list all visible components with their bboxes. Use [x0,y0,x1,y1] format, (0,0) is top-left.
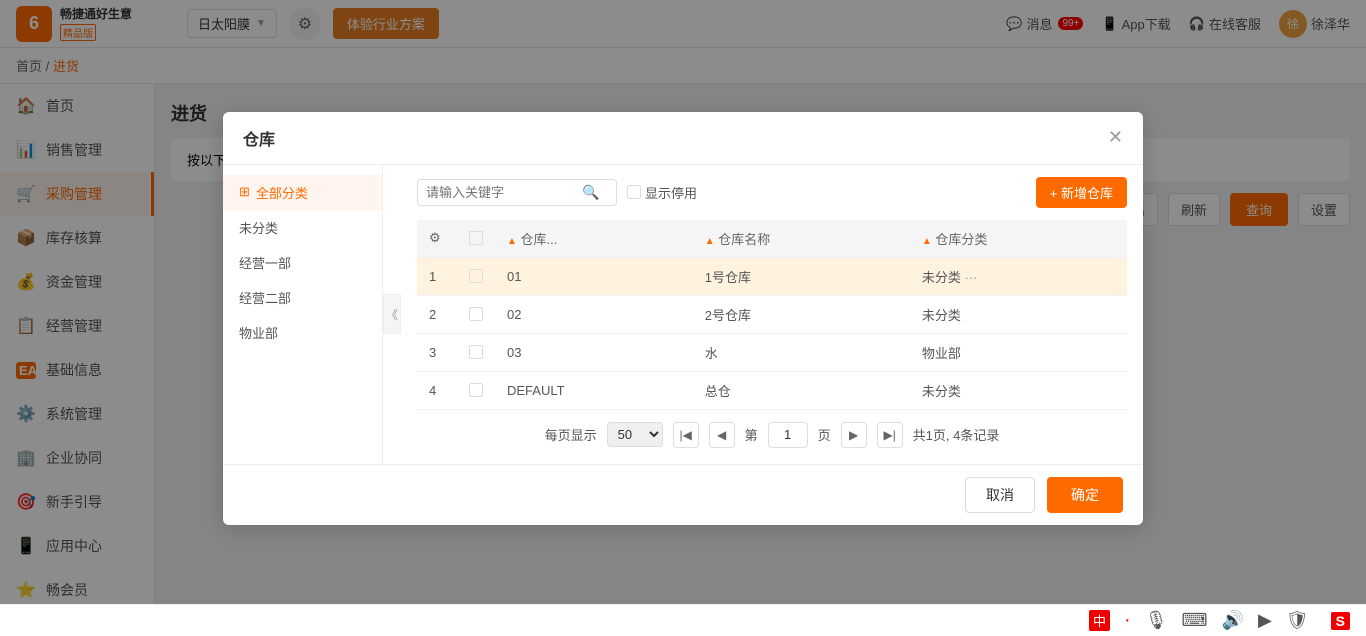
cell-name-3: 水 [693,333,910,371]
search-icon[interactable]: 🔍 [582,184,599,201]
row-checkbox-1[interactable] [469,269,483,283]
table-panel: 🔍 显示停用 + 新增仓库 ⚙ [401,165,1143,464]
table-row[interactable]: 3 03 水 物业部 [417,333,1127,371]
th-name: ▲ 仓库名称 [693,220,910,258]
cell-name-1: 1号仓库 [693,257,910,295]
th-checkbox [457,220,495,258]
th-category: ▲ 仓库分类 [910,220,1127,258]
cell-name-4: 总仓 [693,371,910,409]
category-item-property[interactable]: 物业部 [223,315,382,350]
category-none-label: 未分类 [239,218,278,237]
warehouse-table: ⚙ ▲ 仓库... ▲ 仓库名称 [417,220,1127,410]
confirm-button[interactable]: 确定 [1047,477,1123,513]
sort-icon-name: ▲ [705,236,715,247]
page-next-button[interactable]: ▶ [841,422,867,448]
cell-cat-1: 未分类 ··· [910,257,1127,295]
table-scroll-area: ⚙ ▲ 仓库... ▲ 仓库名称 [417,220,1127,410]
cell-name-2: 2号仓库 [693,295,910,333]
grid-icon: ⊞ [239,184,250,200]
category-item-op1[interactable]: 经营一部 [223,245,382,280]
modal-footer: 取消 确定 [223,464,1143,525]
cancel-button[interactable]: 取消 [965,477,1035,513]
speaker-icon[interactable]: 🔊 [1222,610,1244,631]
category-property-label: 物业部 [239,323,278,342]
total-info: 共1页, 4条记录 [913,425,1000,444]
modal-body: ⊞ 全部分类 未分类 经营一部 经营二部 物业部 《 [223,165,1143,464]
row-checkbox-3[interactable] [469,345,483,359]
cell-num-3: 3 [417,333,457,371]
page-size-select[interactable]: 50 100 [607,422,663,447]
th-code: ▲ 仓库... [495,220,693,258]
zh-icon[interactable]: 中 [1089,610,1110,631]
cell-cat-3: 物业部 [910,333,1127,371]
cell-code-3: 03 [495,333,693,371]
keyboard-icon[interactable]: ⌨ [1182,610,1208,631]
show-disabled-label: 显示停用 [645,183,697,202]
category-item-all[interactable]: ⊞ 全部分类 [223,175,382,210]
page-label: 第 [745,425,758,444]
cell-cb-3 [457,333,495,371]
pagination-bar: 每页显示 50 100 |◀ ◀ 第 页 ▶ ▶| 共1页, 4条记录 [417,410,1127,452]
modal-title: 仓库 [243,126,275,150]
category-op2-label: 经营二部 [239,288,291,307]
modal-close-button[interactable]: ✕ [1108,127,1123,148]
category-item-op2[interactable]: 经营二部 [223,280,382,315]
table-row[interactable]: 4 DEFAULT 总仓 未分类 [417,371,1127,409]
cell-code-1: 01 [495,257,693,295]
cell-code-2: 02 [495,295,693,333]
page-last-button[interactable]: ▶| [877,422,903,448]
cell-cb-4 [457,371,495,409]
play-icon[interactable]: ▶ [1258,610,1272,631]
suanfa-logo: S [1331,612,1350,630]
modal-header: 仓库 ✕ [223,112,1143,165]
mic-icon[interactable]: 🎙 [1145,610,1168,631]
search-input[interactable] [426,185,576,200]
table-row[interactable]: 2 02 2号仓库 未分类 [417,295,1127,333]
modal-overlay: 仓库 ✕ ⊞ 全部分类 未分类 经营一部 经营二部 [0,0,1366,636]
s-logo: S [1331,612,1350,630]
category-item-none[interactable]: 未分类 [223,210,382,245]
gear-settings-icon[interactable]: ⚙ [429,230,441,245]
cell-cat-2: 未分类 [910,295,1127,333]
row-checkbox-4[interactable] [469,383,483,397]
th-settings: ⚙ [417,220,457,258]
cell-code-4: DEFAULT [495,371,693,409]
page-suffix: 页 [818,425,831,444]
cell-cb-1 [457,257,495,295]
category-all-label: 全部分类 [256,183,308,202]
category-op1-label: 经营一部 [239,253,291,272]
cell-cat-4: 未分类 [910,371,1127,409]
more-btn-1[interactable]: ··· [965,270,978,285]
bottom-bar: 中 · 🎙 ⌨ 🔊 ▶ 🛡 S [0,604,1366,636]
dot-icon[interactable]: · [1124,609,1131,632]
show-disabled-wrap: 显示停用 [627,183,697,202]
show-disabled-checkbox[interactable] [627,185,641,199]
per-page-label: 每页显示 [545,425,597,444]
search-input-wrap: 🔍 [417,179,617,206]
cell-num-2: 2 [417,295,457,333]
row-checkbox-2[interactable] [469,307,483,321]
table-body: 1 01 1号仓库 未分类 ··· 2 [417,257,1127,409]
header-checkbox[interactable] [469,231,483,245]
table-row[interactable]: 1 01 1号仓库 未分类 ··· [417,257,1127,295]
warehouse-modal: 仓库 ✕ ⊞ 全部分类 未分类 经营一部 经营二部 [223,112,1143,525]
table-header: ⚙ ▲ 仓库... ▲ 仓库名称 [417,220,1127,258]
shield-icon[interactable]: 🛡 [1286,610,1309,631]
add-warehouse-button[interactable]: + 新增仓库 [1036,177,1127,208]
category-panel: ⊞ 全部分类 未分类 经营一部 经营二部 物业部 [223,165,383,464]
page-first-button[interactable]: |◀ [673,422,699,448]
cell-num-1: 1 [417,257,457,295]
page-prev-button[interactable]: ◀ [709,422,735,448]
sort-icon-cat: ▲ [922,236,932,247]
sort-icon-code: ▲ [507,236,517,247]
collapse-panel-button[interactable]: 《 [383,294,401,334]
table-toolbar: 🔍 显示停用 + 新增仓库 [417,177,1127,208]
cell-cb-2 [457,295,495,333]
page-number-input[interactable] [768,422,808,448]
cell-num-4: 4 [417,371,457,409]
